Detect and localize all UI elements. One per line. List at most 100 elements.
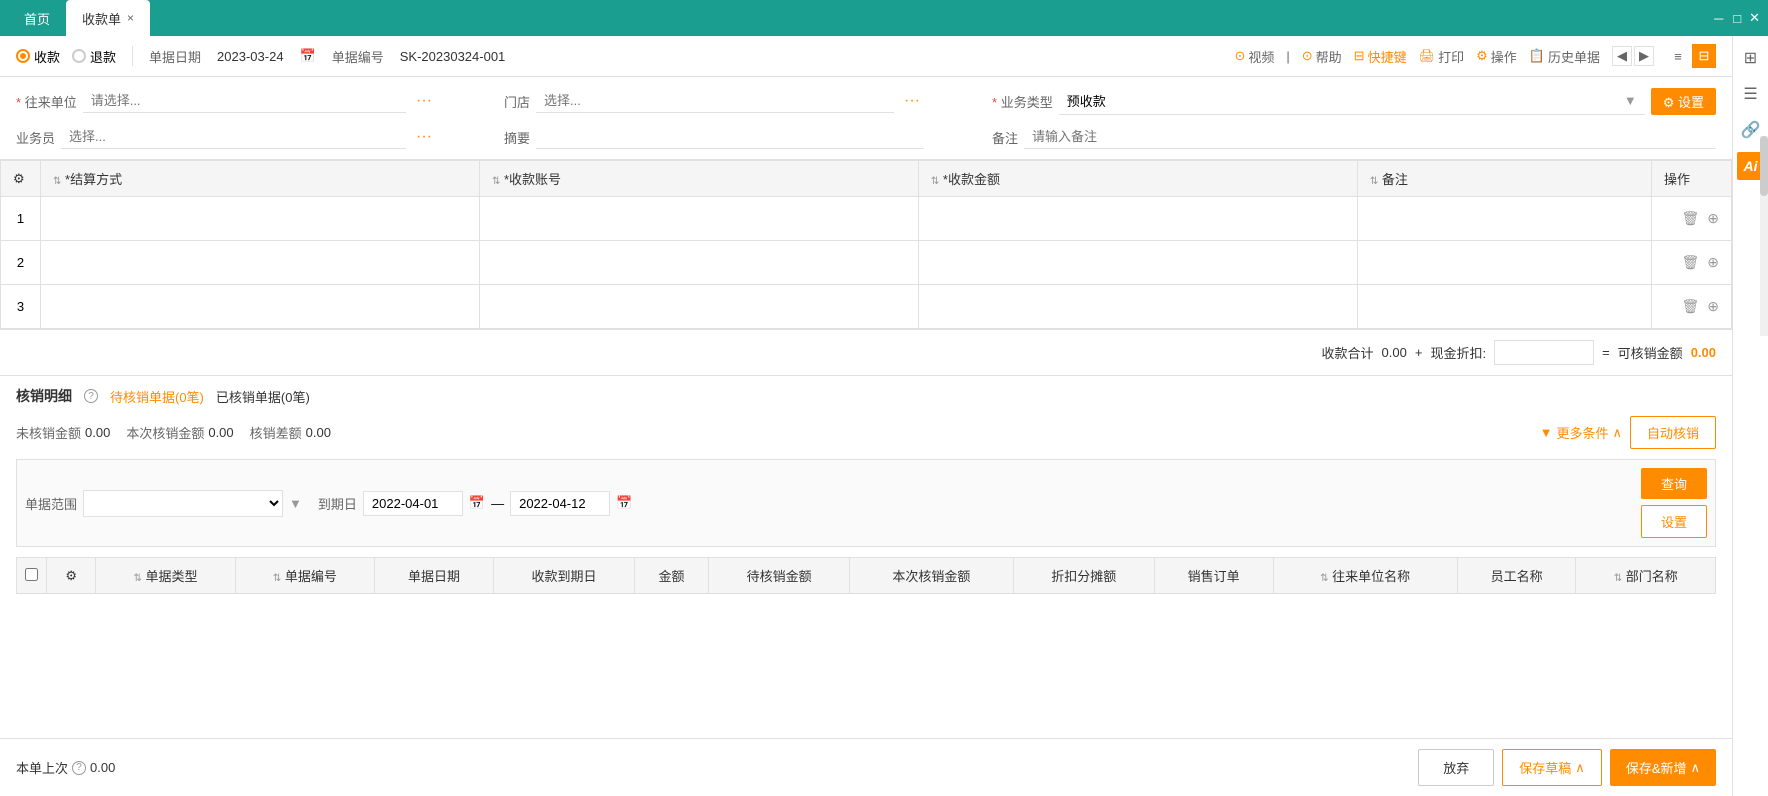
receipt-table: ⚙ ⇅ *结算方式 ⇅ *收款账号 ⇅ *收款金额 ⇅	[0, 160, 1732, 329]
scope-filter: 单据范围 ▼	[25, 490, 302, 517]
row-1-delete-btn[interactable]: 🗑	[1681, 210, 1699, 227]
clearance-section: 核销明细 ? 待核销单据(0笔) 已核销单据(0笔) 未核销金额 0.00 本次…	[0, 376, 1732, 738]
row-1-settlement[interactable]	[41, 197, 480, 241]
tab-close-icon[interactable]: ×	[127, 11, 134, 25]
total-value: 0.00	[1382, 345, 1407, 360]
counterpart-input[interactable]	[83, 89, 406, 113]
staff-more-btn[interactable]: ···	[412, 128, 436, 146]
view-list-icon[interactable]: ≡	[1666, 44, 1690, 68]
nav-prev[interactable]: ◀	[1612, 46, 1632, 66]
radio-receipt-circle	[16, 49, 30, 63]
save-draft-arrow: ∧	[1575, 760, 1585, 776]
pending-tab[interactable]: 待核销单据(0笔)	[110, 387, 204, 406]
footer-info-icon[interactable]: ?	[72, 761, 86, 775]
summary-input[interactable]	[536, 125, 924, 149]
filter-settings-btn[interactable]: 设置	[1641, 505, 1707, 538]
history-icon: 📋	[1529, 48, 1545, 64]
row-2-account[interactable]	[479, 241, 918, 285]
remark-input[interactable]	[1024, 125, 1716, 149]
clearance-table: ⚙ ⇅ 单据类型 ⇅ 单据编号 单据日期 收款到期	[16, 557, 1716, 594]
row-3-settlement[interactable]	[41, 285, 480, 329]
sidebar-table-icon[interactable]: ⊞	[1737, 44, 1765, 72]
sidebar-list-icon[interactable]: ☰	[1737, 80, 1765, 108]
auto-cancel-btn[interactable]: 自动核销	[1630, 416, 1716, 449]
row-1-amount[interactable]	[918, 197, 1357, 241]
close-btn[interactable]: ✕	[1749, 10, 1760, 26]
th-settings-2[interactable]: ⚙	[47, 558, 96, 594]
th-operation: 操作	[1652, 161, 1732, 197]
clearance-info-icon[interactable]: ?	[84, 389, 98, 403]
row-3-account[interactable]	[479, 285, 918, 329]
footer: 本单上次 ? 0.00 放弃 保存草稿 ∧ 保存&新增 ∧	[0, 738, 1732, 796]
date-dash: —	[491, 496, 504, 511]
row-2-delete-btn[interactable]: 🗑	[1681, 254, 1699, 271]
right-sidebar: ⊞ ☰ 🔗 Ai	[1732, 36, 1768, 796]
video-label: 视频	[1248, 47, 1274, 66]
row-3-index: 3	[1, 285, 41, 329]
video-btn[interactable]: ⊙ 视频	[1234, 47, 1274, 66]
done-tab[interactable]: 已核销单据(0笔)	[216, 387, 310, 406]
calendar-to-icon[interactable]: 📅	[616, 495, 632, 511]
help-btn[interactable]: ⊙ 帮助	[1302, 47, 1342, 66]
scope-select[interactable]	[83, 490, 283, 517]
filter-icon: ▼	[1540, 425, 1553, 440]
th-dept-name: ⇅ 部门名称	[1576, 558, 1716, 594]
row-3-delete-btn[interactable]: 🗑	[1681, 298, 1699, 315]
scope-dropdown-icon[interactable]: ▼	[289, 496, 302, 511]
more-conditions-btn[interactable]: ▼ 更多条件 ∧	[1540, 423, 1622, 442]
discount-input[interactable]	[1494, 340, 1594, 365]
remark-label: 备注	[992, 128, 1018, 147]
select-all-checkbox[interactable]	[25, 568, 38, 581]
date-from-input[interactable]	[363, 491, 463, 516]
abandon-btn[interactable]: 放弃	[1418, 749, 1494, 786]
counterpart-more-btn[interactable]: ···	[412, 92, 436, 110]
settings-btn[interactable]: ⚙ 设置	[1651, 88, 1716, 115]
date-to-input[interactable]	[510, 491, 610, 516]
save-new-btn[interactable]: 保存&新增 ∧	[1610, 749, 1716, 786]
number-label: 单据编号	[332, 47, 384, 66]
view-grid-icon[interactable]: ⊟	[1692, 44, 1716, 68]
row-1-remark[interactable]	[1357, 197, 1651, 241]
store-input[interactable]	[536, 89, 894, 113]
toolbar: 收款 退款 单据日期 2023-03-24 📅 单据编号 SK-20230324…	[0, 36, 1732, 77]
radio-receipt[interactable]: 收款	[16, 47, 60, 66]
row-3-remark[interactable]	[1357, 285, 1651, 329]
maximize-btn[interactable]: □	[1733, 11, 1741, 26]
tab-current-label: 收款单	[82, 9, 121, 28]
th-account: ⇅ *收款账号	[479, 161, 918, 197]
store-more-btn[interactable]: ···	[900, 92, 924, 110]
radio-refund[interactable]: 退款	[72, 47, 116, 66]
row-2-copy-btn[interactable]: ⊕	[1707, 254, 1719, 271]
search-filters: 单据范围 ▼ 到期日 📅 — 📅 查询 设置	[16, 459, 1716, 547]
save-draft-btn[interactable]: 保存草稿 ∧	[1502, 749, 1602, 786]
print-btn[interactable]: 🖨 打印	[1419, 47, 1465, 66]
staff-input[interactable]	[61, 125, 406, 149]
discount-label: 现金折扣:	[1430, 343, 1486, 362]
scrollbar-thumb[interactable]	[1760, 136, 1768, 196]
query-btn[interactable]: 查询	[1641, 468, 1707, 499]
th-settings[interactable]: ⚙	[1, 161, 41, 197]
row-1-account[interactable]	[479, 197, 918, 241]
receipt-refund-group: 收款 退款	[16, 47, 116, 66]
minimize-btn[interactable]: －	[1712, 9, 1725, 28]
business-type-dropdown[interactable]: ▼	[1624, 93, 1637, 108]
form-row-2: 业务员 ··· 摘要 备注	[16, 125, 1716, 149]
history-btn[interactable]: 📋 历史单据	[1529, 47, 1600, 66]
calendar-icon[interactable]: 📅	[300, 48, 316, 64]
operation-btn[interactable]: ⚙ 操作	[1476, 47, 1517, 66]
row-2-settlement[interactable]	[41, 241, 480, 285]
th-discount: 折扣分摊额	[1013, 558, 1154, 594]
row-3-copy-btn[interactable]: ⊕	[1707, 298, 1719, 315]
row-3-amount[interactable]	[918, 285, 1357, 329]
current-value: 0.00	[208, 425, 233, 440]
tab-home[interactable]: 首页	[8, 0, 66, 36]
row-2-remark[interactable]	[1357, 241, 1651, 285]
tab-current[interactable]: 收款单 ×	[66, 0, 150, 36]
th-checkbox	[17, 558, 47, 594]
row-1-actions: 🗑 ⊕	[1652, 197, 1732, 241]
calendar-from-icon[interactable]: 📅	[469, 495, 485, 511]
row-2-amount[interactable]	[918, 241, 1357, 285]
nav-next[interactable]: ▶	[1634, 46, 1654, 66]
shortcut-btn[interactable]: ⊟ 快捷键	[1354, 47, 1407, 66]
row-1-copy-btn[interactable]: ⊕	[1707, 210, 1719, 227]
